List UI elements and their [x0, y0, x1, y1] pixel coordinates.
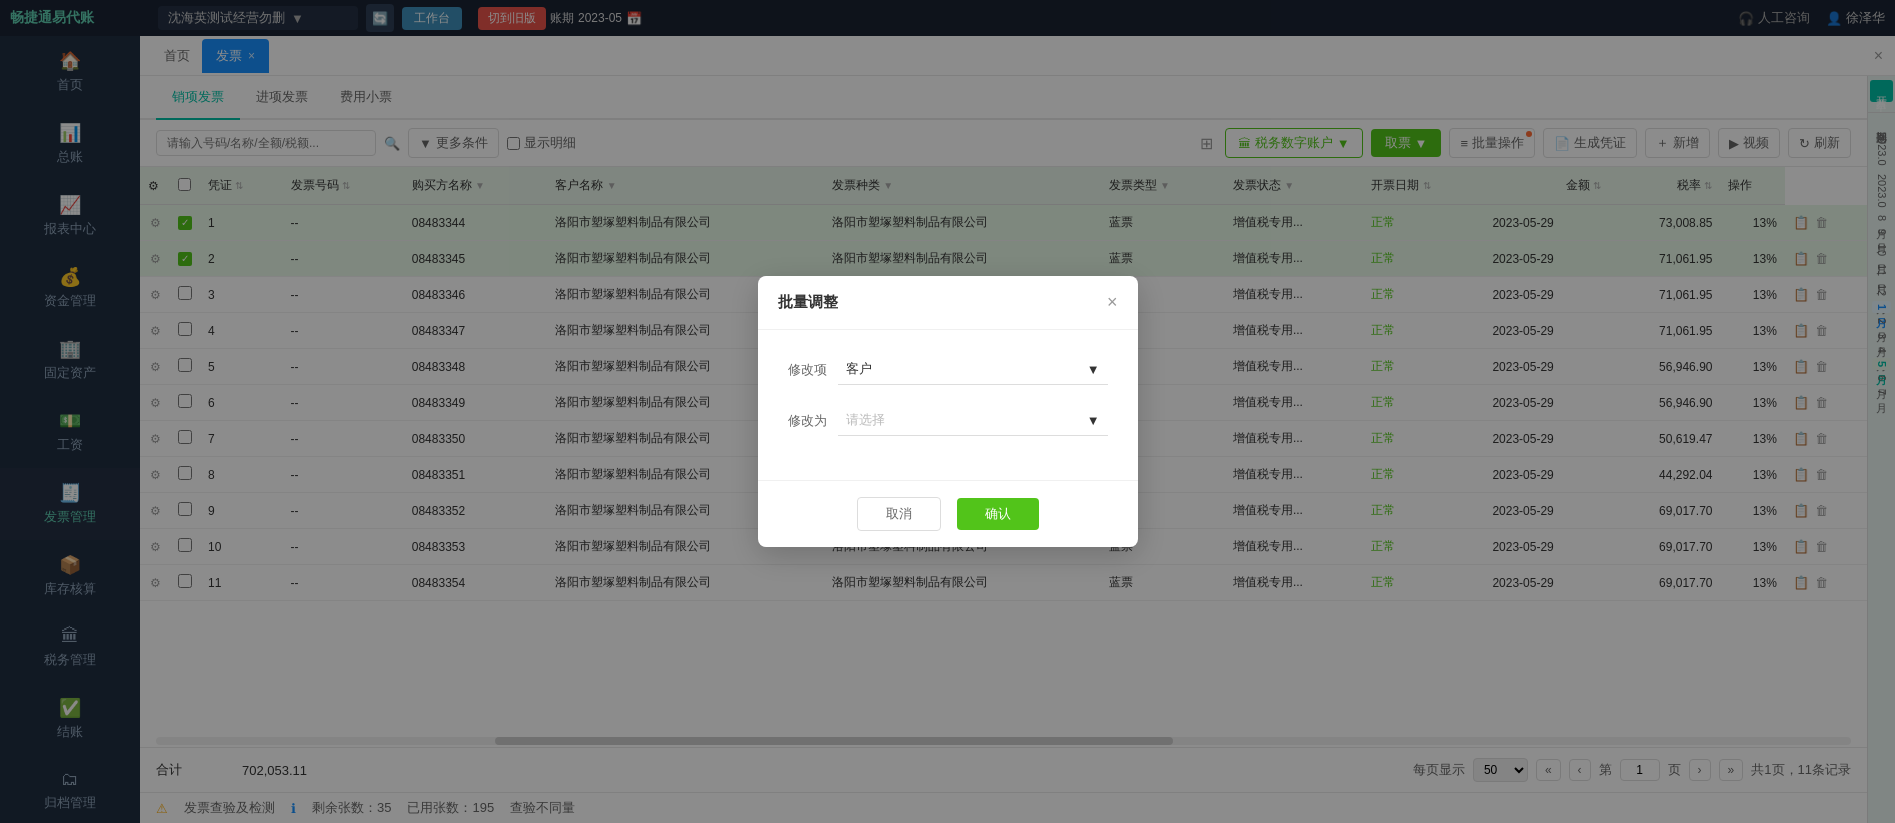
- modal-cancel-btn[interactable]: 取消: [857, 497, 941, 531]
- modal-header: 批量调整 ×: [758, 276, 1138, 330]
- modal-field-value: 客户: [846, 360, 872, 378]
- modal-value-row: 修改为 请选择 ▼: [788, 405, 1108, 436]
- modal-body: 修改项 客户 ▼ 修改为 请选择 ▼: [758, 330, 1138, 480]
- modal-field-row: 修改项 客户 ▼: [788, 354, 1108, 385]
- modal-confirm-btn[interactable]: 确认: [957, 498, 1039, 530]
- modal-close-btn[interactable]: ×: [1107, 292, 1118, 313]
- modal-value-select[interactable]: 请选择 ▼: [838, 405, 1108, 436]
- modal-field-label: 修改项: [788, 361, 838, 379]
- modal-overlay: 批量调整 × 修改项 客户 ▼ 修改为 请选择 ▼ 取消 确认: [0, 0, 1895, 823]
- batch-adjust-modal: 批量调整 × 修改项 客户 ▼ 修改为 请选择 ▼ 取消 确认: [758, 276, 1138, 547]
- modal-footer: 取消 确认: [758, 480, 1138, 547]
- modal-value-chevron-icon: ▼: [1087, 413, 1100, 428]
- modal-field-select[interactable]: 客户 ▼: [838, 354, 1108, 385]
- modal-value-placeholder: 请选择: [846, 411, 885, 429]
- modal-value-label: 修改为: [788, 412, 838, 430]
- modal-title: 批量调整: [778, 293, 838, 312]
- modal-field-chevron-icon: ▼: [1087, 362, 1100, 377]
